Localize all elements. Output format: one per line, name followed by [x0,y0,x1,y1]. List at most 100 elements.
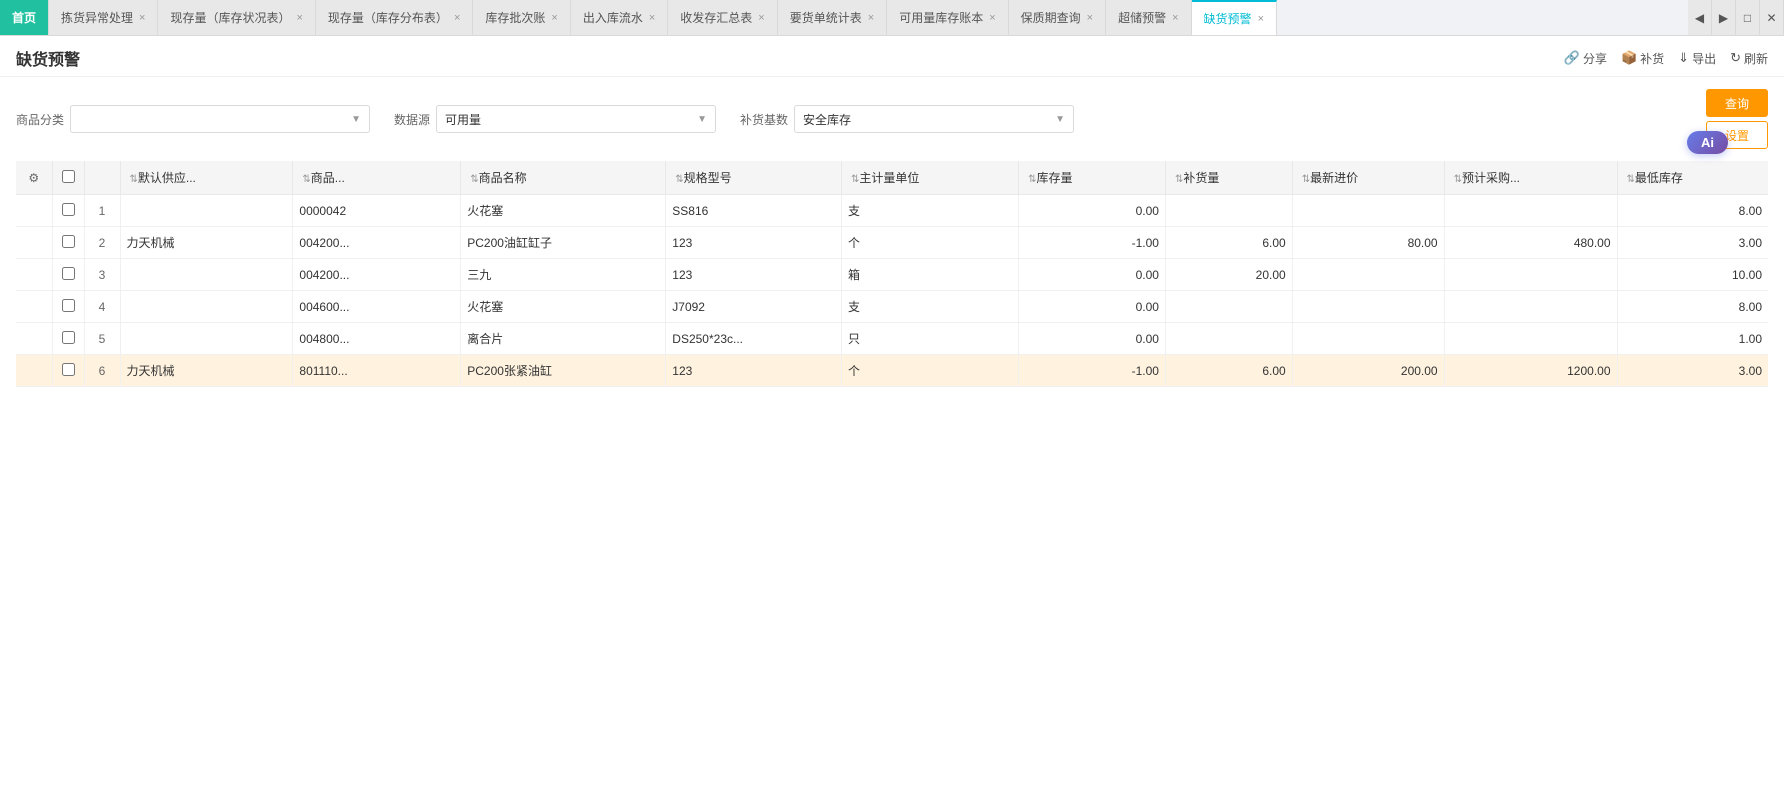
tab-batch-ledger[interactable]: 库存批次账 × [473,0,570,36]
tab-close-batch-ledger[interactable]: × [551,12,557,24]
tab-close-inout-flow[interactable]: × [649,12,655,24]
tab-bar: 首页 拣货异常处理×现存量（库存状况表）×现存量（库存分布表）×库存批次账×出入… [0,0,1784,36]
table-cell[interactable] [52,291,84,323]
tab-scroll-right[interactable]: ▶ [1712,0,1736,36]
table-cell [16,323,52,355]
tab-label-batch-ledger: 库存批次账 [485,9,545,26]
table-cell[interactable] [52,227,84,259]
export-label: 导出 [1692,50,1716,67]
replenish-select[interactable]: 安全库存 ▼ [794,105,1074,133]
th-stock[interactable]: ⇅库存量 [1019,161,1166,195]
replenish-button[interactable]: 📦 补货 [1621,50,1664,67]
table-cell [120,323,293,355]
datasource-select-value: 可用量 [445,111,693,128]
table-cell: 力天机械 [120,355,293,387]
table-cell [1444,259,1617,291]
refresh-button[interactable]: ↻ 刷新 [1730,50,1768,67]
tab-expiry-query[interactable]: 保质期查询× [1009,0,1106,36]
table-row: 5004800...离合片DS250*23c...只0.001.00 [16,323,1768,355]
table-cell[interactable] [52,355,84,387]
replenish-select-value: 安全库存 [803,111,1051,128]
table-cell: 4 [84,291,120,323]
table-cell: 0.00 [1019,259,1166,291]
th-unit[interactable]: ⇅主计量单位 [841,161,1018,195]
data-table: ⚙ ⇅默认供应... ⇅商品... ⇅商品名称 ⇅规格型号 [16,161,1768,387]
th-code[interactable]: ⇅商品... [293,161,461,195]
table-cell [1165,291,1292,323]
tab-inout-flow[interactable]: 出入库流水× [571,0,668,36]
tab-overstock-warn[interactable]: 超储预警 × [1106,0,1191,36]
tab-close-all[interactable]: ✕ [1760,0,1784,36]
table-cell [16,195,52,227]
category-select[interactable]: ▼ [70,105,370,133]
th-minstock-sort-icon: ⇅ [1627,174,1635,185]
tab-window-restore[interactable]: □ [1736,0,1760,36]
table-cell: 1 [84,195,120,227]
tab-stockout-warn[interactable]: 缺货预警× [1192,0,1277,36]
row-checkbox[interactable] [62,203,75,216]
export-button[interactable]: ⇓ 导出 [1678,50,1716,67]
table-cell[interactable] [52,259,84,291]
th-supplier-sort-icon: ⇅ [130,174,138,185]
tab-label-req-stats: 要货单统计表 [790,9,862,26]
th-spec[interactable]: ⇅规格型号 [666,161,842,195]
th-supplier[interactable]: ⇅默认供应... [120,161,293,195]
tab-avail-ledger[interactable]: 可用量库存账本× [887,0,1008,36]
category-chevron-icon: ▼ [351,114,361,125]
table-cell: 0.00 [1019,291,1166,323]
th-name[interactable]: ⇅商品名称 [461,161,666,195]
table-cell: 8.00 [1617,291,1768,323]
tab-home-label: 首页 [12,9,36,26]
th-checkbox[interactable] [52,161,84,195]
table-row: 3004200...三九123箱0.0020.0010.00 [16,259,1768,291]
th-unit-sort-icon: ⇅ [851,174,859,185]
tab-stock-status[interactable]: 现存量（库存状况表） × [158,0,315,36]
tab-close-overstock-warn[interactable]: × [1172,12,1178,24]
tab-stock-dist[interactable]: 现存量（库存分布表）× [316,0,473,36]
share-button[interactable]: 🔗 分享 [1564,50,1607,67]
row-checkbox[interactable] [62,331,75,344]
tab-close-receive-summary[interactable]: × [758,12,764,24]
tab-close-stock-dist[interactable]: × [454,12,460,24]
tab-close-stockout-warn[interactable]: × [1258,13,1264,25]
th-stock-sort-icon: ⇅ [1028,174,1036,185]
th-minstock[interactable]: ⇅最低库存 [1617,161,1768,195]
table-cell[interactable] [52,323,84,355]
row-checkbox[interactable] [62,363,75,376]
tab-label-stock-status: 现存量（库存状况表） [170,9,290,26]
th-price[interactable]: ⇅最新进价 [1292,161,1444,195]
query-button[interactable]: 查询 [1706,89,1768,117]
ai-button[interactable]: Ai [1687,131,1728,154]
row-checkbox[interactable] [62,267,75,280]
table-cell: -1.00 [1019,355,1166,387]
tab-close-req-stats[interactable]: × [868,12,874,24]
tab-req-stats[interactable]: 要货单统计表 × [778,0,887,36]
ai-label: Ai [1701,135,1714,150]
tab-label-overstock-warn: 超储预警 [1118,9,1166,26]
th-gear[interactable]: ⚙ [16,161,52,195]
tab-label-defect-proc: 拣货异常处理 [61,9,133,26]
tab-close-expiry-query[interactable]: × [1087,12,1093,24]
table-cell: 6.00 [1165,227,1292,259]
th-forecast[interactable]: ⇅预计采购... [1444,161,1617,195]
tab-close-stock-status[interactable]: × [296,12,302,24]
row-checkbox[interactable] [62,299,75,312]
tab-defect-proc[interactable]: 拣货异常处理 × [49,0,158,36]
row-checkbox[interactable] [62,235,75,248]
tab-close-avail-ledger[interactable]: × [989,12,995,24]
tab-scroll-left[interactable]: ◀ [1688,0,1712,36]
table-cell: 6 [84,355,120,387]
category-filter-group: 商品分类 ▼ [16,105,370,133]
table-cell: 480.00 [1444,227,1617,259]
table-cell [120,259,293,291]
tab-close-defect-proc[interactable]: × [139,12,145,24]
th-replen[interactable]: ⇅补货量 [1165,161,1292,195]
table-cell: PC200张紧油缸 [461,355,666,387]
tab-receive-summary[interactable]: 收发存汇总表× [668,0,777,36]
table-cell[interactable] [52,195,84,227]
tab-home[interactable]: 首页 [0,0,49,36]
table-cell: 801110... [293,355,461,387]
select-all-checkbox[interactable] [62,170,75,183]
page-title: 缺货预警 [16,46,80,70]
datasource-select[interactable]: 可用量 ▼ [436,105,716,133]
